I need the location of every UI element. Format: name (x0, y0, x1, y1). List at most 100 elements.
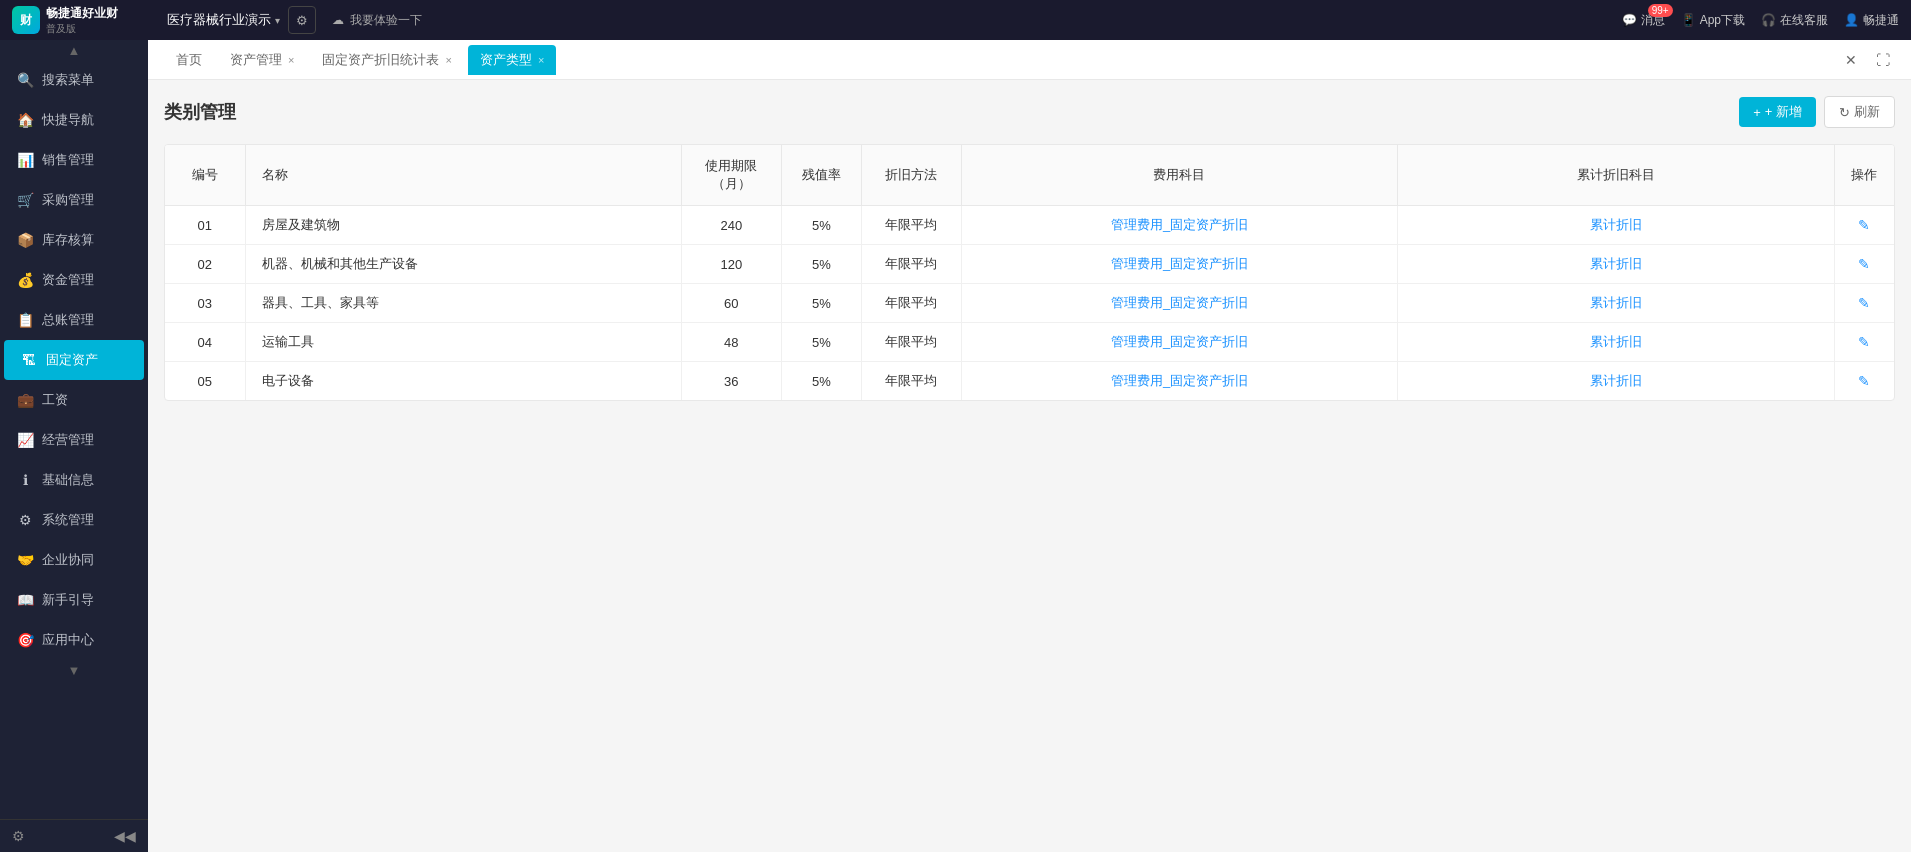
refresh-button[interactable]: ↻ 刷新 (1824, 96, 1895, 128)
sidebar-item-label: 企业协同 (42, 551, 94, 569)
edit-icon[interactable]: ✎ (1858, 295, 1870, 311)
col-header-name: 名称 (245, 145, 681, 206)
experience-button[interactable]: ☁ 我要体验一下 (332, 12, 422, 29)
sidebar-scroll-down[interactable]: ▼ (0, 660, 148, 680)
sidebar-item-search[interactable]: 🔍 搜索菜单 (0, 60, 148, 100)
sidebar-item-salary[interactable]: 💼 工资 (0, 380, 148, 420)
accum-link[interactable]: 累计折旧 (1590, 256, 1642, 271)
col-header-code: 编号 (165, 145, 245, 206)
sidebar-item-capital[interactable]: 💰 资金管理 (0, 260, 148, 300)
cell-accum: 累计折旧 (1398, 245, 1834, 284)
company-name: 医疗器械行业演示 (167, 11, 271, 29)
new-button[interactable]: + + 新增 (1739, 97, 1816, 127)
cell-residual: 5% (781, 284, 861, 323)
refresh-icon: ↻ (1839, 105, 1850, 120)
expense-link[interactable]: 管理费用_固定资产折旧 (1111, 334, 1248, 349)
sidebar-item-enterprise[interactable]: 🤝 企业协同 (0, 540, 148, 580)
sidebar-collapse-icon[interactable]: ◀◀ (114, 828, 136, 844)
sidebar-item-inventory[interactable]: 📦 库存核算 (0, 220, 148, 260)
content-area: 首页 资产管理 × 固定资产折旧统计表 × 资产类型 × ✕ ⛶ (148, 40, 1911, 852)
purchase-icon: 🛒 (16, 191, 34, 209)
app-logo: 财 畅捷通好业财 普及版 (12, 5, 157, 36)
edit-icon[interactable]: ✎ (1858, 256, 1870, 272)
tab-asset-type[interactable]: 资产类型 × (468, 45, 556, 75)
sidebar-item-apps[interactable]: 🎯 应用中心 (0, 620, 148, 660)
sidebar-item-quick-nav[interactable]: 🏠 快捷导航 (0, 100, 148, 140)
app-version: 普及版 (46, 22, 118, 36)
sidebar-bottom: ⚙ ◀◀ (0, 819, 148, 852)
expense-link[interactable]: 管理费用_固定资产折旧 (1111, 217, 1248, 232)
cell-name: 电子设备 (245, 362, 681, 401)
cell-action: ✎ (1834, 284, 1894, 323)
user-button[interactable]: 👤 畅捷通 (1844, 12, 1899, 29)
tab-home-label: 首页 (176, 51, 202, 69)
tab-depreciation-table[interactable]: 固定资产折旧统计表 × (310, 45, 463, 75)
cell-accum: 累计折旧 (1398, 284, 1834, 323)
enterprise-icon: 🤝 (16, 551, 34, 569)
cell-code: 04 (165, 323, 245, 362)
message-icon: 💬 (1622, 13, 1637, 27)
cell-expense: 管理费用_固定资产折旧 (961, 284, 1397, 323)
gear-icon: ⚙ (296, 13, 308, 28)
tab-asset-type-close-icon[interactable]: × (538, 54, 544, 66)
sidebar-item-ledger[interactable]: 📋 总账管理 (0, 300, 148, 340)
cell-method: 年限平均 (861, 206, 961, 245)
system-icon: ⚙ (16, 511, 34, 529)
sidebar-item-label: 采购管理 (42, 191, 94, 209)
edit-icon[interactable]: ✎ (1858, 373, 1870, 389)
expense-link[interactable]: 管理费用_固定资产折旧 (1111, 256, 1248, 271)
sidebar-item-system[interactable]: ⚙ 系统管理 (0, 500, 148, 540)
sidebar-item-label: 系统管理 (42, 511, 94, 529)
accum-link[interactable]: 累计折旧 (1590, 334, 1642, 349)
cell-period: 48 (681, 323, 781, 362)
accum-link[interactable]: 累计折旧 (1590, 217, 1642, 232)
sidebar-item-label: 资金管理 (42, 271, 94, 289)
close-tab-button[interactable]: ✕ (1839, 48, 1863, 72)
tab-home[interactable]: 首页 (164, 45, 214, 75)
sidebar-item-fixed-assets[interactable]: 🏗 固定资产 (4, 340, 144, 380)
service-icon: 🎧 (1761, 13, 1776, 27)
app-download-button[interactable]: 📱 App下载 (1681, 12, 1745, 29)
salary-icon: 💼 (16, 391, 34, 409)
home-icon: 🏠 (16, 111, 34, 129)
tab-asset-mgmt[interactable]: 资产管理 × (218, 45, 306, 75)
sidebar-item-label: 应用中心 (42, 631, 94, 649)
sidebar-item-label: 搜索菜单 (42, 71, 94, 89)
settings-button[interactable]: ⚙ (288, 6, 316, 34)
sidebar-settings-icon[interactable]: ⚙ (12, 828, 25, 844)
sidebar-item-label: 快捷导航 (42, 111, 94, 129)
maximize-tab-button[interactable]: ⛶ (1871, 48, 1895, 72)
messages-button[interactable]: 💬 消息 99+ (1622, 12, 1665, 29)
main-layout: ▲ 🔍 搜索菜单 🏠 快捷导航 📊 销售管理 🛒 采购管理 📦 库存核算 💰 资… (0, 40, 1911, 852)
sidebar-item-sales[interactable]: 📊 销售管理 (0, 140, 148, 180)
accum-link[interactable]: 累计折旧 (1590, 373, 1642, 388)
operations-icon: 📈 (16, 431, 34, 449)
sidebar-item-guide[interactable]: 📖 新手引导 (0, 580, 148, 620)
table-row: 04 运输工具 48 5% 年限平均 管理费用_固定资产折旧 累计折旧 ✎ (165, 323, 1894, 362)
fixed-assets-icon: 🏗 (20, 351, 38, 369)
cell-expense: 管理费用_固定资产折旧 (961, 245, 1397, 284)
cell-code: 01 (165, 206, 245, 245)
sidebar-item-label: 基础信息 (42, 471, 94, 489)
sidebar-scroll-up[interactable]: ▲ (0, 40, 148, 60)
edit-icon[interactable]: ✎ (1858, 334, 1870, 350)
expense-link[interactable]: 管理费用_固定资产折旧 (1111, 295, 1248, 310)
col-header-action: 操作 (1834, 145, 1894, 206)
tab-asset-mgmt-close-icon[interactable]: × (288, 54, 294, 66)
tab-depreciation-close-icon[interactable]: × (445, 54, 451, 66)
cell-residual: 5% (781, 362, 861, 401)
company-selector[interactable]: 医疗器械行业演示 ▾ (167, 11, 280, 29)
edit-icon[interactable]: ✎ (1858, 217, 1870, 233)
cell-period: 240 (681, 206, 781, 245)
accum-link[interactable]: 累计折旧 (1590, 295, 1642, 310)
sidebar: ▲ 🔍 搜索菜单 🏠 快捷导航 📊 销售管理 🛒 采购管理 📦 库存核算 💰 资… (0, 40, 148, 852)
sidebar-item-purchase[interactable]: 🛒 采购管理 (0, 180, 148, 220)
sales-icon: 📊 (16, 151, 34, 169)
sidebar-item-basic-info[interactable]: ℹ 基础信息 (0, 460, 148, 500)
sidebar-item-operations[interactable]: 📈 经营管理 (0, 420, 148, 460)
guide-icon: 📖 (16, 591, 34, 609)
online-service-label: 在线客服 (1780, 12, 1828, 29)
expense-link[interactable]: 管理费用_固定资产折旧 (1111, 373, 1248, 388)
cell-action: ✎ (1834, 206, 1894, 245)
online-service-button[interactable]: 🎧 在线客服 (1761, 12, 1828, 29)
